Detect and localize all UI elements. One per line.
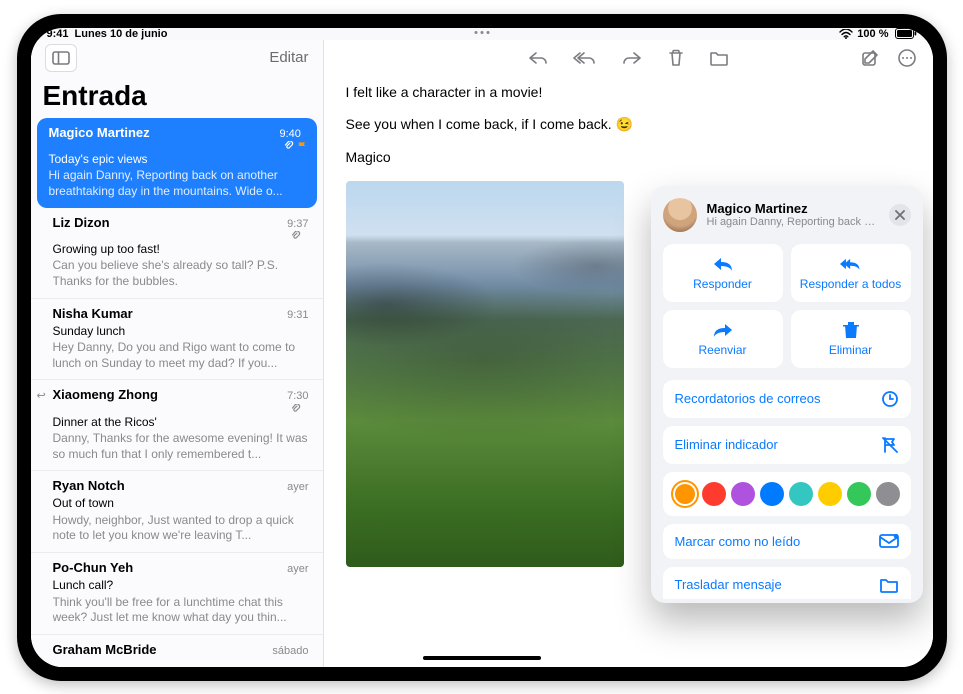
message-subject: Out of town <box>53 496 309 512</box>
reply-icon[interactable] <box>527 50 549 66</box>
flag-color-row <box>663 472 911 516</box>
message-from: Ryan Notch <box>53 478 125 495</box>
message-from: Liz Dizon <box>53 215 110 232</box>
flag-color-swatch[interactable] <box>876 482 900 506</box>
flag-color-swatch[interactable] <box>760 482 784 506</box>
message-subject: Growing up too fast! <box>53 242 309 258</box>
message-row[interactable]: Po-Chun Yeh ayer Lunch call?Think you'll b… <box>31 553 323 635</box>
message-row[interactable]: Magico Martinez 9:40Today's epic viewsHi … <box>37 118 317 208</box>
message-preview: Hey Danny, Do you and Rigo want to come … <box>53 340 309 371</box>
message-row[interactable]: Graham McBride sábado <box>31 635 323 667</box>
delete-button[interactable]: Eliminar <box>791 310 911 368</box>
status-date: Lunes 10 de junio <box>75 28 168 40</box>
more-icon[interactable] <box>897 48 917 68</box>
mark-unread-button[interactable]: Marcar como no leído <box>663 524 911 559</box>
forward-button[interactable]: Reenviar <box>663 310 783 368</box>
flag-color-swatch[interactable] <box>673 482 697 506</box>
ipad-frame: 9:41 Lunes 10 de junio 100 % <box>17 14 947 681</box>
battery-icon <box>893 28 917 39</box>
message-preview: Hi again Danny, Reporting back on anothe… <box>49 168 307 199</box>
message-row[interactable]: Liz Dizon 9:37Growing up too fast!Can you… <box>31 208 323 299</box>
status-time: 9:41 <box>47 28 69 40</box>
message-subject: Today's epic views <box>49 152 307 168</box>
popover-snippet: Hi again Danny, Reporting back o... <box>707 216 877 228</box>
move-message-button[interactable]: Trasladar mensaje <box>663 567 911 599</box>
paperclip-icon <box>284 141 294 151</box>
reply-all-button[interactable]: Responder a todos <box>791 244 911 302</box>
popover-sender-name: Magico Martinez <box>707 201 877 216</box>
message-preview: Can you believe she's already so tall? P… <box>53 258 309 289</box>
flag-color-swatch[interactable] <box>789 482 813 506</box>
sidebar-toggle-button[interactable] <box>45 44 77 72</box>
flag-color-swatch[interactable] <box>702 482 726 506</box>
message-row[interactable]: ↩ Xiaomeng Zhong 7:30 Dinner at the Ricos'D… <box>31 380 323 471</box>
message-from: Po-Chun Yeh <box>53 560 134 577</box>
message-from: Magico Martinez <box>49 125 150 142</box>
message-time: 9:37 <box>287 217 308 241</box>
screen: 9:41 Lunes 10 de junio 100 % <box>31 28 933 667</box>
mail-line: I felt like a character in a movie! <box>346 84 911 100</box>
mail-attachment-photo[interactable] <box>346 181 624 567</box>
mail-line: See you when I come back, if I come back… <box>346 116 911 133</box>
message-from: Xiaomeng Zhong <box>53 387 158 404</box>
compose-icon[interactable] <box>861 49 879 67</box>
sidebar-title: Entrada <box>43 80 311 112</box>
reply-popover: Magico Martinez Hi again Danny, Reportin… <box>651 186 923 603</box>
status-bar: 9:41 Lunes 10 de junio 100 % <box>31 28 933 40</box>
trash-icon[interactable] <box>667 49 685 67</box>
message-time: 9:40 <box>280 127 307 151</box>
message-preview: Think you'll be free for a lunchtime cha… <box>53 595 309 626</box>
message-from: Nisha Kumar <box>53 306 133 323</box>
clear-flag-button[interactable]: Eliminar indicador <box>663 426 911 464</box>
message-subject: Lunch call? <box>53 578 309 594</box>
message-time: 7:30 <box>287 389 308 413</box>
message-time: ayer <box>287 480 308 494</box>
flag-color-swatch[interactable] <box>818 482 842 506</box>
mail-signature: Magico <box>346 149 911 165</box>
remind-me-button[interactable]: Recordatorios de correos <box>663 380 911 418</box>
message-preview: Danny, Thanks for the awesome evening! I… <box>53 431 309 462</box>
paperclip-icon <box>291 404 301 414</box>
edit-button[interactable]: Editar <box>269 49 308 66</box>
message-time: ayer <box>287 562 308 576</box>
avatar[interactable] <box>663 198 697 232</box>
reply-button[interactable]: Responder <box>663 244 783 302</box>
message-time: sábado <box>272 644 308 658</box>
inbox-sidebar: Editar Entrada Magico Martinez 9:40Today'… <box>31 40 324 667</box>
flag-color-swatch[interactable] <box>847 482 871 506</box>
message-from: Graham McBride <box>53 642 157 659</box>
multitask-dots-icon[interactable] <box>474 31 489 34</box>
flag-icon <box>297 141 307 151</box>
quick-reply-icon[interactable] <box>891 666 913 667</box>
replied-icon: ↩ <box>37 389 46 403</box>
wink-emoji: 😉 <box>616 116 633 132</box>
message-row[interactable]: Nisha Kumar 9:31 Sunday lunchHey Danny, Do… <box>31 299 323 381</box>
home-indicator[interactable] <box>423 656 541 660</box>
message-list[interactable]: Magico Martinez 9:40Today's epic viewsHi … <box>31 118 323 667</box>
message-row[interactable]: Ryan Notch ayer Out of townHowdy, neighbor… <box>31 471 323 553</box>
message-time: 9:31 <box>287 308 308 322</box>
message-subject: Dinner at the Ricos' <box>53 415 309 431</box>
message-preview: Howdy, neighbor, Just wanted to drop a q… <box>53 513 309 544</box>
close-icon[interactable] <box>889 204 911 226</box>
flag-color-swatch[interactable] <box>731 482 755 506</box>
reply-all-icon[interactable] <box>573 50 597 66</box>
mail-toolbar <box>324 40 933 76</box>
message-subject: Sunday lunch <box>53 324 309 340</box>
wifi-icon <box>839 29 853 39</box>
forward-icon[interactable] <box>621 50 643 66</box>
folder-icon[interactable] <box>709 50 729 66</box>
paperclip-icon <box>291 231 301 241</box>
battery-percent: 100 % <box>857 28 888 40</box>
